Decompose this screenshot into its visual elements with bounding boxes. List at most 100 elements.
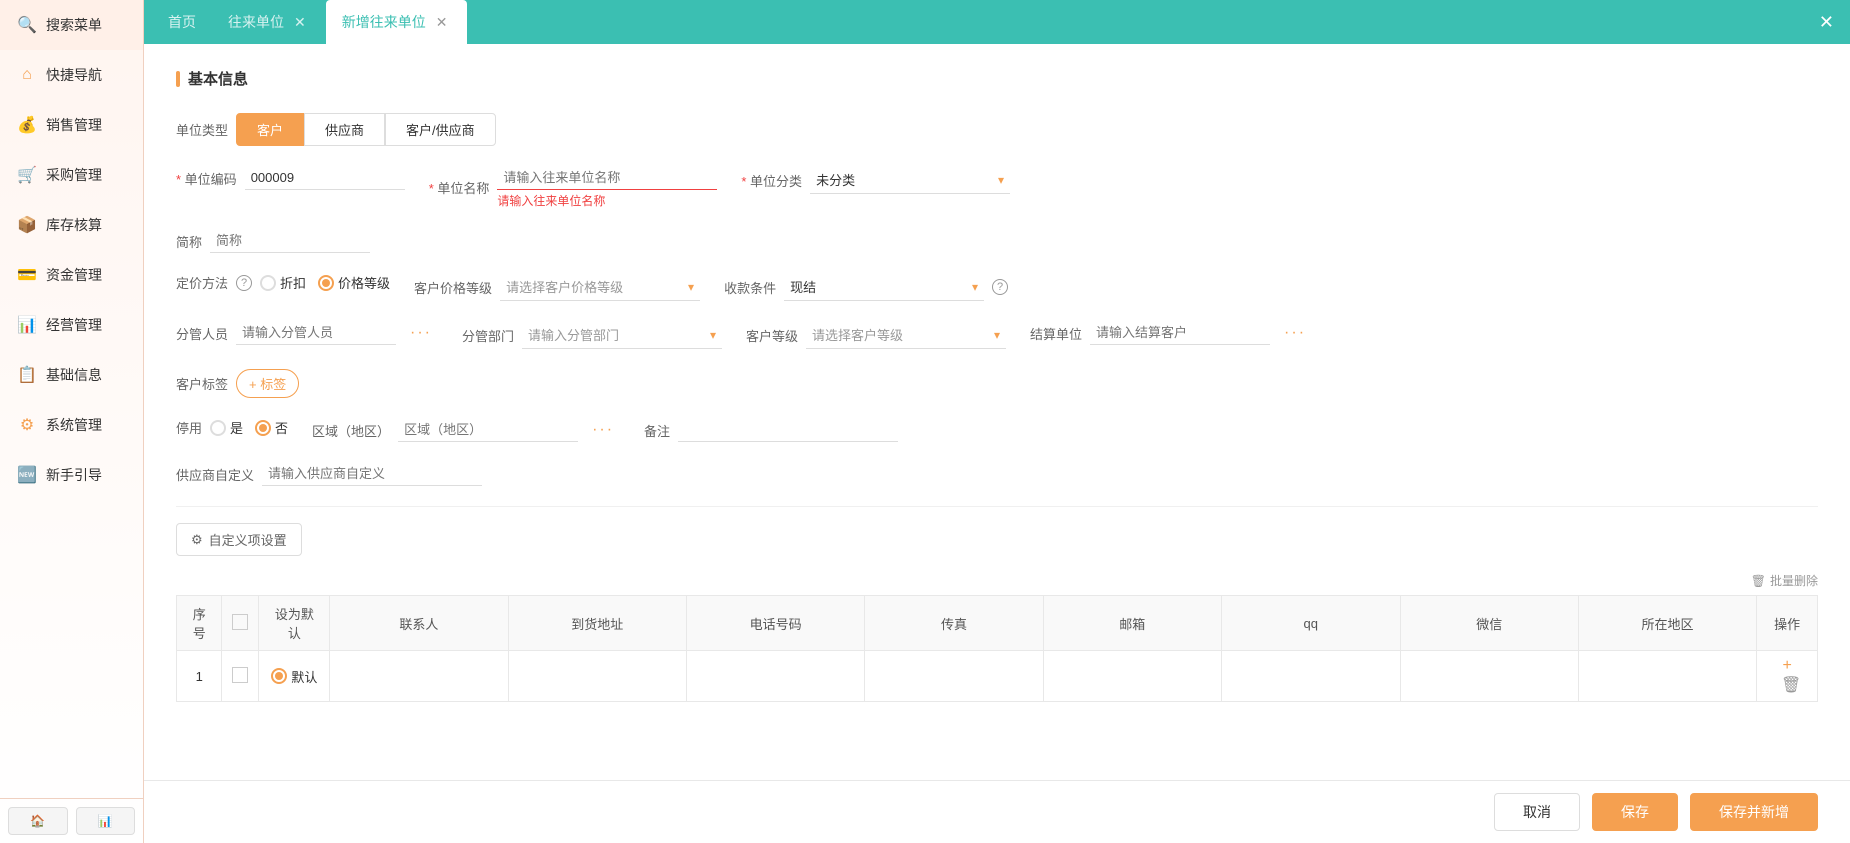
row-add-btn[interactable]: + [1782,657,1791,674]
department-field: 分管部门 请输入分管部门 ▾ [462,321,722,349]
payment-terms-select[interactable]: 现结 ▾ [784,273,984,301]
fax-input[interactable] [875,669,1032,684]
manager-field: 分管人员 ··· [176,321,438,345]
add-tag-button[interactable]: + 标签 [236,369,299,398]
pricing-info-icon[interactable]: ? [236,275,252,291]
purchase-icon: 🛒 [16,164,38,186]
settlement-unit-input[interactable] [1090,321,1270,345]
sidebar-item-system[interactable]: ⚙ 系统管理 [0,400,143,450]
pricing-level-label: 价格等级 [338,273,390,292]
weixin-input[interactable] [1411,669,1568,684]
sidebar-item-search[interactable]: 🔍 搜索菜单 [0,0,143,50]
unit-name-field: 单位名称 请输入往来单位名称 [429,166,718,209]
cell-phone [686,651,864,702]
custom-settings-button[interactable]: ⚙ 自定义项设置 [176,523,302,556]
col-weixin: 微信 [1400,596,1578,651]
remark-input[interactable] [678,418,898,442]
save-and-new-button[interactable]: 保存并新增 [1690,793,1818,831]
customer-tag-label: 客户标签 [176,374,228,393]
unit-code-input[interactable] [245,166,405,190]
table-region-input[interactable] [1589,669,1746,684]
unit-code-field: 单位编码 [176,166,405,190]
pricing-discount-option[interactable]: 折扣 [260,273,306,292]
tab-contacts[interactable]: 往来单位 ✕ [212,0,326,44]
region-more-btn[interactable]: ··· [586,419,620,441]
manager-more-btn[interactable]: ··· [404,322,438,344]
department-select[interactable]: 请输入分管部门 ▾ [522,321,722,349]
qq-input[interactable] [1232,669,1390,684]
tab-new-contact[interactable]: 新增往来单位 ✕ [326,0,468,44]
sidebar-item-finance[interactable]: 💳 资金管理 [0,250,143,300]
unit-type-customer[interactable]: 客户 [236,113,304,146]
batch-delete-area[interactable]: 🗑 批量删除 [176,572,1818,589]
address-input[interactable] [519,669,676,684]
col-region: 所在地区 [1578,596,1756,651]
finance-icon: 💳 [16,264,38,286]
sidebar-bottom: 🏠 📊 [0,798,143,843]
sidebar-item-purchase[interactable]: 🛒 采购管理 [0,150,143,200]
customer-level-select[interactable]: 请选择客户等级 ▾ [806,321,1006,349]
col-qq: qq [1221,596,1400,651]
tab-contacts-close[interactable]: ✕ [290,12,310,33]
sidebar-label-system: 系统管理 [46,415,102,435]
sidebar-item-inventory[interactable]: 📦 库存核算 [0,200,143,250]
cancel-button[interactable]: 取消 [1494,793,1580,831]
pricing-level-option[interactable]: 价格等级 [318,273,390,292]
unit-type-field: 单位类型 客户 供应商 客户/供应商 [176,113,496,146]
unit-category-select[interactable]: 未分类 ▾ [810,166,1010,194]
col-address: 到货地址 [508,596,686,651]
sidebar-item-operations[interactable]: 📊 经营管理 [0,300,143,350]
unit-type-row: 单位类型 客户 供应商 客户/供应商 [176,113,1818,146]
sidebar-label-purchase: 采购管理 [46,165,102,185]
sidebar-bottom-btn2[interactable]: 📊 [76,807,136,835]
cell-address [508,651,686,702]
settlement-more-btn[interactable]: ··· [1278,322,1312,344]
region-input[interactable] [398,418,578,442]
supplier-custom-input[interactable] [262,462,482,486]
pricing-method-field: 定价方法 ? 折扣 价格等级 [176,273,390,292]
disabled-no-option[interactable]: 否 [255,418,288,437]
sidebar-item-guide[interactable]: 🆕 新手引导 [0,450,143,500]
cell-index: 1 [177,651,222,702]
unit-category-field: 单位分类 未分类 ▾ [741,166,1010,194]
sidebar-item-quicknav[interactable]: ⌂ 快捷导航 [0,50,143,100]
customer-level-placeholder: 请选择客户等级 [812,325,990,344]
short-name-field: 简称 [176,229,370,253]
operations-icon: 📊 [16,314,38,336]
short-name-input[interactable] [210,229,370,253]
col-index: 序号 [177,596,222,651]
select-all-checkbox[interactable] [232,614,248,630]
sidebar-item-sales[interactable]: 💰 销售管理 [0,100,143,150]
save-button[interactable]: 保存 [1592,793,1678,831]
window-close-button[interactable]: ✕ [1811,8,1842,37]
row-delete-btn[interactable]: 🗑 [1781,677,1801,694]
sidebar-bottom-btn1[interactable]: 🏠 [8,807,68,835]
inventory-icon: 📦 [16,214,38,236]
payment-info-icon[interactable]: ? [992,279,1008,295]
email-input[interactable] [1054,669,1211,684]
sidebar-label-quicknav: 快捷导航 [46,65,102,85]
settlement-unit-field: 结算单位 ··· [1030,321,1312,345]
unit-name-input[interactable] [497,166,717,190]
unit-type-both[interactable]: 客户/供应商 [385,113,496,146]
manager-input[interactable] [236,321,396,345]
sidebar-label-guide: 新手引导 [46,465,102,485]
tab-home-label: 首页 [168,12,196,32]
disabled-no-radio [255,420,271,436]
cell-weixin [1400,651,1578,702]
unit-name-label: 单位名称 [429,178,490,197]
disabled-yes-radio [210,420,226,436]
customer-level-field: 客户等级 请选择客户等级 ▾ [746,321,1006,349]
unit-type-supplier[interactable]: 供应商 [304,113,385,146]
contact-input[interactable] [340,669,497,684]
unit-info-row: 单位编码 单位名称 请输入往来单位名称 单位分类 未分类 ▾ [176,166,1818,209]
sidebar-label-finance: 资金管理 [46,265,102,285]
default-radio-option[interactable]: 默认 [269,667,319,686]
tab-new-contact-close[interactable]: ✕ [432,12,452,33]
customer-price-level-select[interactable]: 请选择客户价格等级 ▾ [500,273,700,301]
row-checkbox[interactable] [232,667,248,683]
disabled-yes-option[interactable]: 是 [210,418,243,437]
sidebar-item-basic[interactable]: 📋 基础信息 [0,350,143,400]
phone-input[interactable] [697,669,854,684]
tab-home[interactable]: 首页 [152,0,212,44]
